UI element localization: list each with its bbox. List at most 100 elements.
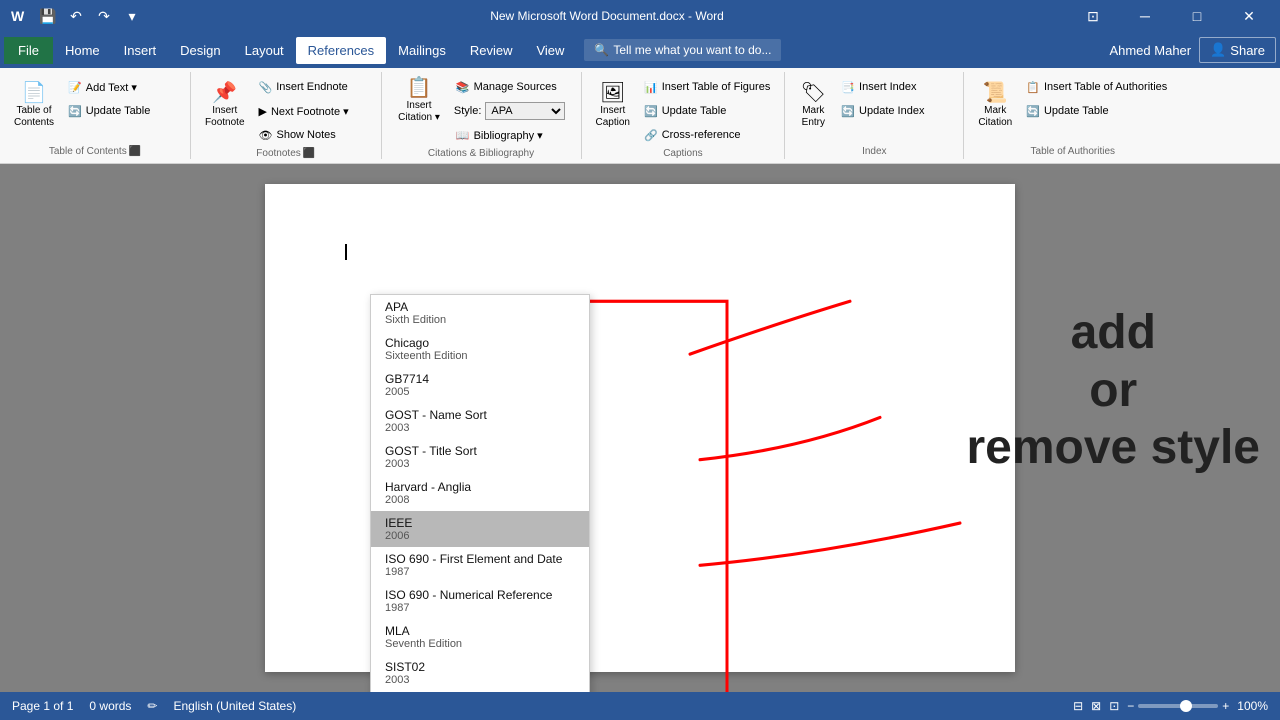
update-index-icon: 🔄 [841,105,855,118]
menu-mailings[interactable]: Mailings [386,37,458,64]
mark-entry-btn[interactable]: 🏷 MarkEntry [793,76,833,136]
style-harvard[interactable]: Harvard - Anglia 2008 [371,475,589,511]
add-text-btn[interactable]: 📝 Add Text ▾ [62,76,182,98]
menu-references[interactable]: References [296,37,386,64]
menu-layout[interactable]: Layout [233,37,296,64]
update-table-cap-btn[interactable]: 🔄 Update Table [638,100,776,122]
menu-view[interactable]: View [524,37,576,64]
style-iso690-num[interactable]: ISO 690 - Numerical Reference 1987 [371,583,589,619]
customize-btn[interactable]: ▾ [120,4,144,28]
mark-citation-btn[interactable]: 📜 MarkCitation [972,76,1018,136]
ribbon-group-captions: 🖼 InsertCaption 📊 Insert Table of Figure… [582,72,786,159]
style-sist02[interactable]: SIST02 2003 [371,655,589,691]
web-layout-icon[interactable]: ⊠ [1091,699,1101,713]
add-text-label: Add Text ▾ [86,81,137,94]
close-btn[interactable]: ✕ [1226,0,1272,32]
insert-citation-icon: 📋 [407,78,432,98]
menu-design[interactable]: Design [168,37,232,64]
manage-sources-icon: 📚 [456,81,470,94]
fn-small-btns: 📎 Insert Endnote ▶ Next Footnote ▾ 👁 Sho… [253,76,373,146]
ribbon-group-citations: 📋 InsertCitation ▾ 📚 Manage Sources Styl… [382,72,582,159]
auth-small-btns: 📋 Insert Table of Authorities 🔄 Update T… [1020,76,1173,122]
manage-sources-btn[interactable]: 📚 Manage Sources [450,76,570,98]
redo-btn[interactable]: ↷ [92,4,116,28]
index-content: 🏷 MarkEntry 📑 Insert Index 🔄 Update Inde… [793,72,955,144]
insert-footnote-btn[interactable]: 📌 InsertFootnote [199,76,250,136]
show-notes-label: Show Notes [276,129,335,141]
page-info: Page 1 of 1 [12,699,73,713]
share-button[interactable]: 👤 Share [1199,37,1276,63]
citations-content: 📋 InsertCitation ▾ 📚 Manage Sources Styl… [392,72,570,146]
mark-citation-icon: 📜 [983,83,1008,103]
status-bar: Page 1 of 1 0 words ✏ English (United St… [0,692,1280,720]
zoom-out-btn[interactable]: − [1127,699,1134,713]
bibliography-btn[interactable]: 📖 Bibliography ▾ [450,124,570,146]
menu-insert[interactable]: Insert [112,37,169,64]
menu-review[interactable]: Review [458,37,525,64]
update-table-toc-label: Update Table [86,105,151,117]
maximize-btn[interactable]: □ [1174,0,1220,32]
minimize-btn[interactable]: ─ [1122,0,1168,32]
style-dropdown[interactable]: APA Chicago IEEE MLA [485,102,565,120]
insert-endnote-icon: 📎 [259,81,273,94]
table-of-contents-btn[interactable]: 📄 Table ofContents [8,76,60,136]
update-table-toc-btn[interactable]: 🔄 Update Table [62,100,182,122]
language: English (United States) [173,699,296,713]
update-table-auth-btn[interactable]: 🔄 Update Table [1020,100,1173,122]
captions-content: 🖼 InsertCaption 📊 Insert Table of Figure… [590,72,777,146]
captions-group-label: Captions [590,146,777,161]
insert-citation-btn[interactable]: 📋 InsertCitation ▾ [392,76,446,126]
index-small-btns: 📑 Insert Index 🔄 Update Index [835,76,955,122]
index-group-label: Index [793,144,955,159]
next-footnote-btn[interactable]: ▶ Next Footnote ▾ [253,100,373,122]
update-table-toc-icon: 🔄 [68,105,82,118]
mark-entry-label: MarkEntry [802,105,825,129]
style-gost-title[interactable]: GOST - Title Sort 2003 [371,439,589,475]
insert-caption-btn[interactable]: 🖼 InsertCaption [590,76,636,136]
edit-mode-icon: ✏ [147,699,157,713]
svg-text:W: W [11,8,25,24]
zoom-slider[interactable] [1138,704,1218,708]
share-icon: 👤 [1210,42,1226,58]
zoom-in-btn[interactable]: + [1222,699,1229,713]
insert-caption-label: InsertCaption [596,105,630,129]
style-iso690-date[interactable]: ISO 690 - First Element and Date 1987 [371,547,589,583]
undo-btn[interactable]: ↶ [64,4,88,28]
footnotes-expand-icon[interactable]: ⬛ [303,148,315,159]
save-btn[interactable]: 💾 [36,4,60,28]
insert-footnote-icon: 📌 [212,83,237,103]
show-notes-btn[interactable]: 👁 Show Notes [253,124,373,146]
insert-toa-btn[interactable]: 📋 Insert Table of Authorities [1020,76,1173,98]
menu-file[interactable]: File [4,37,53,64]
insert-tof-btn[interactable]: 📊 Insert Table of Figures [638,76,776,98]
tell-me-box[interactable]: 🔍 Tell me what you want to do... [584,39,781,61]
style-ieee[interactable]: IEEE 2006 [371,511,589,547]
style-gb7714[interactable]: GB7714 2005 [371,367,589,403]
tell-me-text: Tell me what you want to do... [613,43,771,57]
ribbon-group-authorities: 📜 MarkCitation 📋 Insert Table of Authori… [964,72,1181,159]
style-chicago[interactable]: Chicago Sixteenth Edition [371,331,589,367]
view-btn[interactable]: ⊡ [1070,0,1116,32]
print-layout-icon[interactable]: ⊟ [1073,699,1083,713]
style-label: Style: [454,105,482,117]
insert-index-btn[interactable]: 📑 Insert Index [835,76,955,98]
menu-home[interactable]: Home [53,37,112,64]
cross-reference-icon: 🔗 [644,129,658,142]
update-table-auth-label: Update Table [1044,105,1109,117]
next-footnote-icon: ▶ [259,105,267,118]
ribbon-group-footnotes: 📌 InsertFootnote 📎 Insert Endnote ▶ Next… [191,72,381,159]
style-apa[interactable]: APA Sixth Edition [371,295,589,331]
style-turabian[interactable]: Turabian Sixth Edition [371,691,589,692]
outline-icon[interactable]: ⊡ [1109,699,1119,713]
toc-expand-icon[interactable]: ⬛ [129,146,141,157]
word-icon: W [8,6,28,26]
search-icon: 🔍 [594,43,609,57]
insert-citation-label: InsertCitation ▾ [398,100,440,124]
style-gost-name[interactable]: GOST - Name Sort 2003 [371,403,589,439]
ribbon: 📄 Table ofContents 📝 Add Text ▾ 🔄 Update… [0,68,1280,164]
citations-group-label: Citations & Bibliography [390,146,573,161]
cross-reference-btn[interactable]: 🔗 Cross-reference [638,124,776,146]
style-mla[interactable]: MLA Seventh Edition [371,619,589,655]
insert-endnote-btn[interactable]: 📎 Insert Endnote [253,76,373,98]
update-index-btn[interactable]: 🔄 Update Index [835,100,955,122]
